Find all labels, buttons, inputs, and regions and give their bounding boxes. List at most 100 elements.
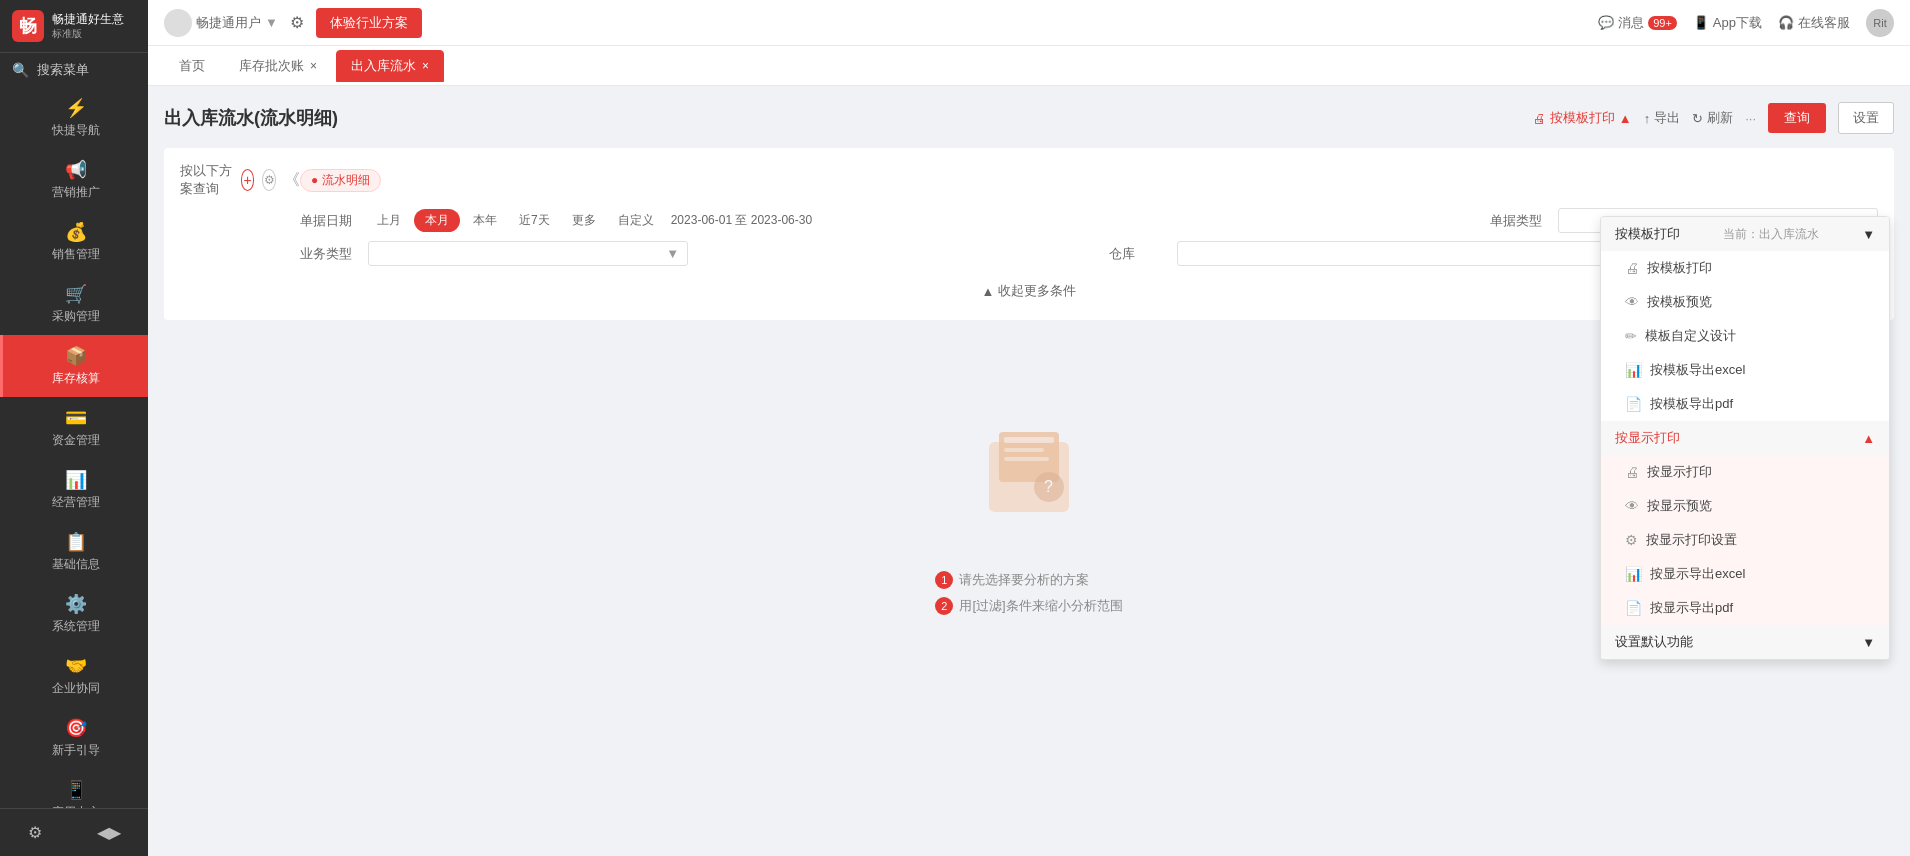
sidebar-item-label: 销售管理 — [52, 246, 100, 263]
filter-settings-button[interactable]: ⚙ — [262, 169, 276, 191]
sidebar-toggle-icon[interactable]: ◀▶ — [89, 819, 129, 846]
quick-nav-icon: ⚡ — [65, 97, 87, 119]
collapse-up-icon: ▲ — [982, 284, 995, 299]
user-avatar — [164, 9, 192, 37]
more-actions-icon[interactable]: ··· — [1745, 111, 1756, 126]
dropdown-section-header-display-print[interactable]: 按显示打印▲ — [1601, 421, 1889, 455]
refresh-btn[interactable]: ↻ 刷新 — [1692, 109, 1733, 127]
template-custom-icon: ✏ — [1625, 328, 1637, 344]
print-template-btn[interactable]: 🖨 按模板打印 ▲ — [1533, 109, 1632, 127]
dropdown-item-template-custom[interactable]: ✏ 模板自定义设计 — [1601, 319, 1889, 353]
step-text: 用[过滤]条件来缩小分析范围 — [959, 597, 1122, 615]
dropdown-chevron-icon: ▼ — [265, 15, 278, 30]
svg-rect-3 — [1004, 448, 1044, 452]
sidebar-settings-icon[interactable]: ⚙ — [20, 819, 50, 846]
svg-rect-4 — [1004, 457, 1049, 461]
tab-close-icon[interactable]: × — [422, 59, 429, 73]
logo-icon: 畅 — [12, 10, 44, 42]
dropdown-section-default-settings: 设置默认功能▼ — [1601, 625, 1889, 659]
sidebar-item-label: 资金管理 — [52, 432, 100, 449]
sidebar-item-enterprise[interactable]: 🤝企业协同 — [0, 645, 148, 707]
step-text: 请先选择要分析的方案 — [959, 571, 1089, 589]
date-btn-更多[interactable]: 更多 — [563, 209, 605, 232]
date-btn-本年[interactable]: 本年 — [464, 209, 506, 232]
section-current: 当前：出入库流水 — [1723, 226, 1819, 243]
date-btn-上月[interactable]: 上月 — [368, 209, 410, 232]
sidebar-item-quick-nav[interactable]: ⚡ 快捷导航 — [0, 87, 148, 149]
print-icon: 🖨 — [1533, 111, 1546, 126]
date-btn-近7天[interactable]: 近7天 — [510, 209, 559, 232]
sidebar-item-marketing[interactable]: 📢营销推广 — [0, 149, 148, 211]
user-dropdown[interactable]: 畅捷通用户 ▼ — [164, 9, 278, 37]
sidebar-item-label: 系统管理 — [52, 618, 100, 635]
sidebar-item-label: 企业协同 — [52, 680, 100, 697]
app-download-label: App下载 — [1713, 14, 1762, 32]
apps-icon: 📱 — [65, 779, 87, 801]
export-btn[interactable]: ↑ 导出 — [1644, 109, 1681, 127]
empty-step-1: 1 请先选择要分析的方案 — [935, 571, 1122, 589]
user-avatar-right[interactable]: Rit — [1866, 9, 1894, 37]
export-label: 导出 — [1654, 109, 1680, 127]
empty-steps: 1请先选择要分析的方案2用[过滤]条件来缩小分析范围 — [935, 571, 1122, 623]
biz-type-chevron: ▼ — [666, 246, 679, 261]
message-item[interactable]: 💬 消息 99+ — [1598, 14, 1677, 32]
date-btn-本月[interactable]: 本月 — [414, 209, 460, 232]
online-service-item[interactable]: 🎧 在线客服 — [1778, 14, 1850, 32]
dropdown-section-header-template-print[interactable]: 按模板打印当前：出入库流水▼ — [1601, 217, 1889, 251]
dropdown-item-template-print-item[interactable]: 🖨按模板打印 — [1601, 251, 1889, 285]
template-export-pdf-icon: 📄 — [1625, 396, 1642, 412]
display-print-item-icon: 🖨 — [1625, 464, 1639, 480]
sidebar-item-apps[interactable]: 📱应用中心 — [0, 769, 148, 808]
sidebar-item-label: 快捷导航 — [52, 122, 100, 139]
display-preview-icon: 👁 — [1625, 498, 1639, 514]
tab-home[interactable]: 首页 — [164, 50, 220, 82]
filter-collapse-icon[interactable]: 《 — [284, 170, 300, 191]
dropdown-item-template-export-excel[interactable]: 📊按模板导出excel — [1601, 353, 1889, 387]
tab-close-icon[interactable]: × — [310, 59, 317, 73]
app-download-item[interactable]: 📱 App下载 — [1693, 14, 1762, 32]
refresh-icon: ↻ — [1692, 111, 1703, 126]
tab-batch-account[interactable]: 库存批次账× — [224, 50, 332, 82]
page-title: 出入库流水(流水明细) — [164, 106, 338, 130]
sidebar-bottom: ⚙ ◀▶ — [0, 808, 148, 856]
tab-flow[interactable]: 出入库流水× — [336, 50, 444, 82]
sidebar-item-guide[interactable]: 🎯新手引导 — [0, 707, 148, 769]
logo-subtitle: 标准版 — [52, 27, 124, 41]
user-name: 畅捷通用户 — [196, 14, 261, 32]
dropdown-item-display-print-settings[interactable]: ⚙按显示打印设置 — [1601, 523, 1889, 557]
step-num-icon: 1 — [935, 571, 953, 589]
dropdown-item-display-export-excel[interactable]: 📊按显示导出excel — [1601, 557, 1889, 591]
sidebar-item-purchase[interactable]: 🛒采购管理 — [0, 273, 148, 335]
sidebar-item-system[interactable]: ⚙️系统管理 — [0, 583, 148, 645]
biz-type-select[interactable]: ▼ — [368, 241, 688, 266]
dropdown-item-display-preview[interactable]: 👁按显示预览 — [1601, 489, 1889, 523]
sidebar-item-operations[interactable]: 📊经营管理 — [0, 459, 148, 521]
display-print-settings-icon: ⚙ — [1625, 532, 1638, 548]
query-button[interactable]: 查询 — [1768, 103, 1826, 133]
date-btn-自定义[interactable]: 自定义 — [609, 209, 663, 232]
purchase-icon: 🛒 — [65, 283, 87, 305]
filter-label: 按以下方案查询 — [180, 162, 233, 198]
sidebar-item-inventory[interactable]: 📦库存核算 — [0, 335, 148, 397]
sidebar-item-basic[interactable]: 📋基础信息 — [0, 521, 148, 583]
date-field: 单据日期 上月本月本年近7天更多自定义 2023-06-01 至 2023-06… — [300, 209, 812, 232]
filter-add-button[interactable]: + — [241, 169, 255, 191]
message-badge: 99+ — [1648, 16, 1677, 30]
header: 畅捷通用户 ▼ ⚙ 体验行业方案 💬 消息 99+ 📱 App下载 🎧 在线客服… — [148, 0, 1910, 46]
sidebar-search[interactable]: 🔍 搜索菜单 — [0, 53, 148, 87]
settings-button[interactable]: 设置 — [1838, 102, 1894, 134]
header-settings-icon[interactable]: ⚙ — [290, 13, 304, 32]
trial-button[interactable]: 体验行业方案 — [316, 8, 422, 38]
print-chevron-up-icon: ▲ — [1619, 111, 1632, 126]
dropdown-item-template-preview[interactable]: 👁按模板预览 — [1601, 285, 1889, 319]
message-icon: 💬 — [1598, 15, 1614, 30]
sidebar-item-finance[interactable]: 💳资金管理 — [0, 397, 148, 459]
dropdown-section-header-default-settings[interactable]: 设置默认功能▼ — [1601, 625, 1889, 659]
filter-tag: ● 流水明细 — [300, 169, 381, 192]
sidebar-item-sales[interactable]: 💰销售管理 — [0, 211, 148, 273]
dropdown-item-display-print-item[interactable]: 🖨按显示打印 — [1601, 455, 1889, 489]
dropdown-item-display-export-pdf[interactable]: 📄按显示导出pdf — [1601, 591, 1889, 625]
dropdown-section-display-print: 按显示打印▲🖨按显示打印👁按显示预览⚙按显示打印设置📊按显示导出excel📄按显… — [1601, 421, 1889, 625]
dropdown-item-template-export-pdf[interactable]: 📄按模板导出pdf — [1601, 387, 1889, 421]
dropdown-item-label: 模板自定义设计 — [1645, 327, 1736, 345]
